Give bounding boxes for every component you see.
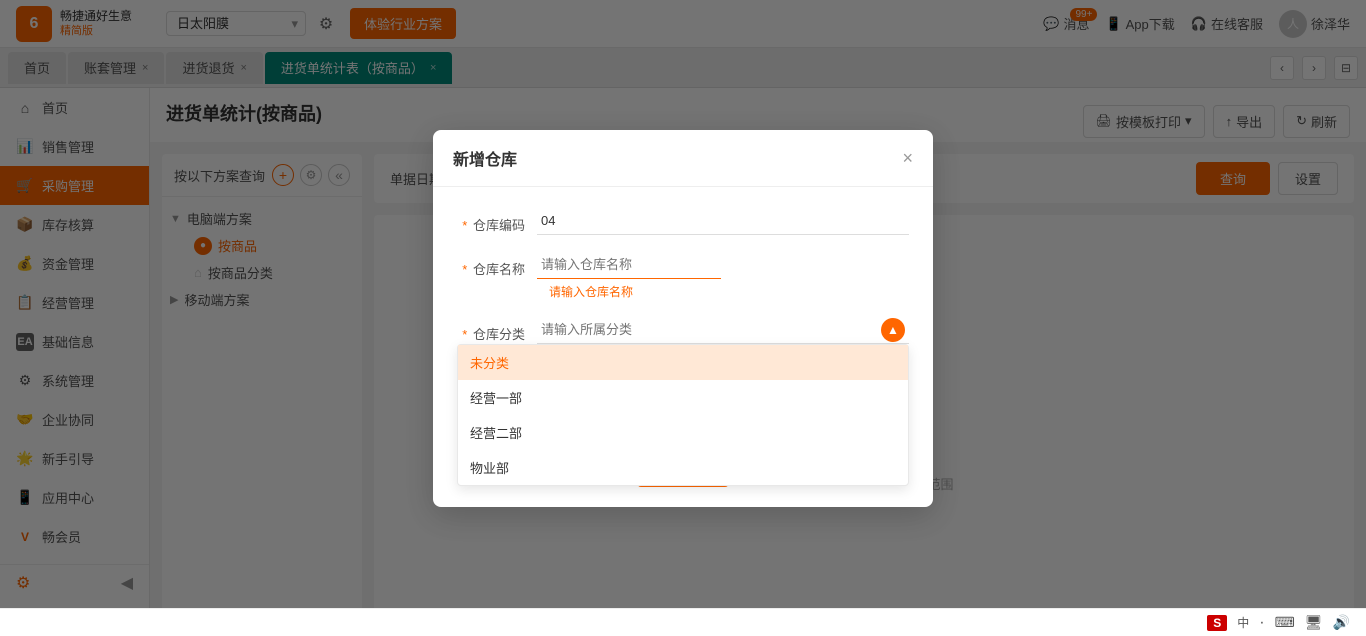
name-error-msg: 请输入仓库名称 (549, 283, 633, 300)
status-dot: · (1259, 614, 1264, 632)
status-sound: 🔊 (1333, 614, 1350, 631)
status-s-icon: S (1207, 615, 1227, 631)
dropdown-item-ops2[interactable]: 经营二部 (458, 415, 908, 450)
name-label: * 仓库名称 (457, 251, 537, 278)
statusbar-right: S 中 · ⌨ 🖥 🔊 (1207, 614, 1350, 632)
form-row-name: * 仓库名称 请输入仓库名称 (457, 251, 909, 300)
code-input[interactable] (537, 207, 909, 235)
modal-body: * 仓库编码 * 仓库名称 请输入仓库名称 (433, 187, 933, 439)
category-label: * 仓库分类 (457, 316, 537, 343)
modal-header: 新增仓库 × (433, 130, 933, 187)
form-row-code: * 仓库编码 (457, 207, 909, 235)
modal-overlay: 新增仓库 × * 仓库编码 * 仓库名称 (0, 0, 1366, 636)
status-keyboard: ⌨ (1275, 614, 1295, 631)
category-dropdown-list: 未分类 经营一部 经营二部 物业部 (457, 344, 909, 486)
modal-title: 新增仓库 (453, 146, 517, 170)
form-row-category: * 仓库分类 ▲ 未分类 经营一部 经营二部 (457, 316, 909, 344)
category-input[interactable] (537, 316, 909, 344)
modal-close-btn[interactable]: × (902, 149, 913, 167)
dropdown-item-ops1[interactable]: 经营一部 (458, 380, 908, 415)
statusbar: S 中 · ⌨ 🖥 🔊 (0, 608, 1366, 636)
name-input[interactable] (537, 251, 721, 279)
dropdown-item-property[interactable]: 物业部 (458, 450, 908, 485)
code-label: * 仓库编码 (457, 207, 537, 234)
dropdown-item-uncategorized[interactable]: 未分类 (458, 345, 908, 380)
category-dropdown-toggle[interactable]: ▲ (881, 318, 905, 342)
status-zh: 中 (1237, 614, 1249, 631)
category-select-wrap: ▲ 未分类 经营一部 经营二部 物业部 (537, 316, 909, 344)
modal-new-warehouse: 新增仓库 × * 仓库编码 * 仓库名称 (433, 130, 933, 507)
status-monitor: 🖥 (1305, 614, 1323, 631)
